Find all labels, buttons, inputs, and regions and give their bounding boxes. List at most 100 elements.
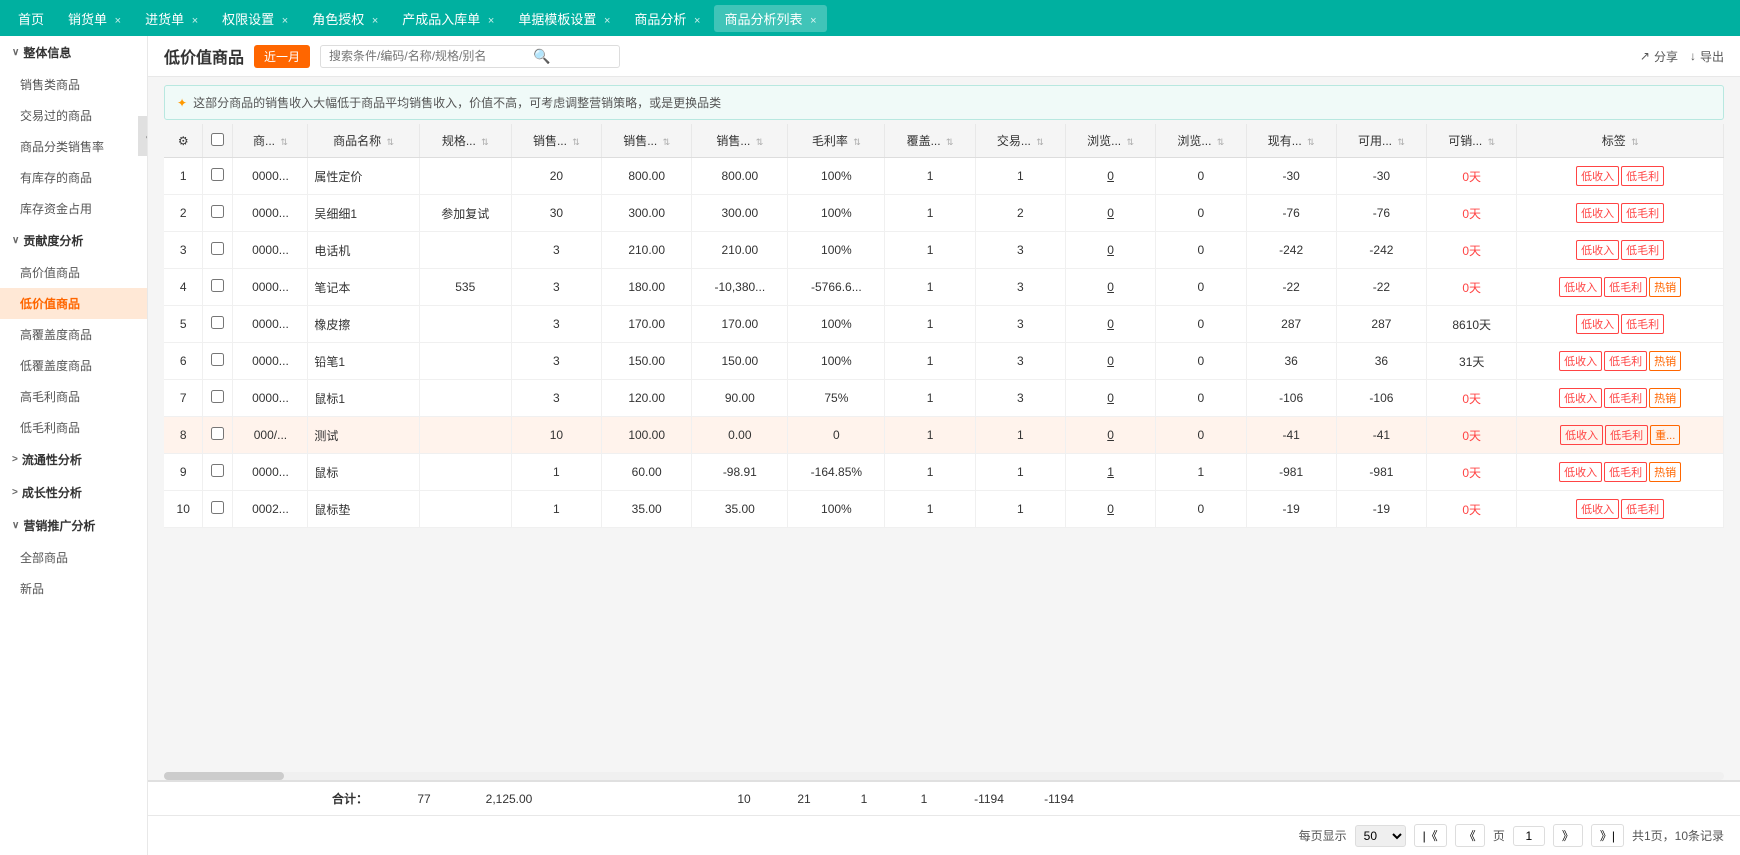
last-page-button[interactable]: 》| bbox=[1591, 824, 1624, 847]
row-checkbox[interactable] bbox=[211, 242, 224, 255]
cell-checkbox[interactable] bbox=[203, 306, 233, 343]
share-button[interactable]: ↗ 分享 bbox=[1640, 48, 1678, 65]
row-checkbox[interactable] bbox=[211, 390, 224, 403]
sidebar-item-new-goods[interactable]: 新品 bbox=[0, 573, 147, 604]
row-checkbox[interactable] bbox=[211, 501, 224, 514]
row-checkbox[interactable] bbox=[211, 168, 224, 181]
sidebar-item-traded-goods[interactable]: 交易过的商品 bbox=[0, 100, 147, 131]
sidebar-group-contribution[interactable]: ∨ 贡献度分析 bbox=[0, 224, 147, 257]
cell-views1[interactable]: 0 bbox=[1065, 380, 1155, 417]
nav-home[interactable]: 首页 bbox=[8, 5, 54, 32]
close-icon[interactable]: × bbox=[372, 15, 378, 27]
sidebar-item-low-margin[interactable]: 低毛利商品 bbox=[0, 412, 147, 443]
cell-checkbox[interactable] bbox=[203, 454, 233, 491]
close-icon[interactable]: × bbox=[115, 15, 121, 27]
col-current-stock[interactable]: 现有... ⇅ bbox=[1246, 124, 1336, 158]
row-checkbox[interactable] bbox=[211, 205, 224, 218]
cell-name[interactable]: 鼠标垫 bbox=[308, 491, 419, 528]
cell-views1[interactable]: 0 bbox=[1065, 343, 1155, 380]
cell-name[interactable]: 属性定价 bbox=[308, 158, 419, 195]
close-icon[interactable]: × bbox=[282, 15, 288, 27]
sidebar-group-growth[interactable]: > 成长性分析 bbox=[0, 476, 147, 509]
col-views1[interactable]: 浏览... ⇅ bbox=[1065, 124, 1155, 158]
cell-name[interactable]: 鼠标 bbox=[308, 454, 419, 491]
cell-checkbox[interactable] bbox=[203, 491, 233, 528]
col-views2[interactable]: 浏览... ⇅ bbox=[1156, 124, 1246, 158]
cell-checkbox[interactable] bbox=[203, 232, 233, 269]
row-checkbox[interactable] bbox=[211, 464, 224, 477]
cell-checkbox[interactable] bbox=[203, 343, 233, 380]
sidebar-group-circulation[interactable]: > 流通性分析 bbox=[0, 443, 147, 476]
col-coverage[interactable]: 覆盖... ⇅ bbox=[885, 124, 975, 158]
row-checkbox[interactable] bbox=[211, 427, 224, 440]
cell-checkbox[interactable] bbox=[203, 269, 233, 306]
cell-name[interactable]: 笔记本 bbox=[308, 269, 419, 306]
col-code[interactable]: 商... ⇅ bbox=[233, 124, 308, 158]
sidebar-item-high-margin[interactable]: 高毛利商品 bbox=[0, 381, 147, 412]
cell-views1[interactable]: 1 bbox=[1065, 454, 1155, 491]
col-checkbox[interactable] bbox=[203, 124, 233, 158]
col-sale-qty[interactable]: 销售... ⇅ bbox=[511, 124, 601, 158]
cell-views1[interactable]: 0 bbox=[1065, 195, 1155, 232]
sidebar-item-category-sales-rate[interactable]: 商品分类销售率 bbox=[0, 131, 147, 162]
per-page-select[interactable]: 50 100 bbox=[1355, 825, 1406, 847]
cell-name[interactable]: 测试 bbox=[308, 417, 419, 454]
close-icon[interactable]: × bbox=[810, 15, 816, 27]
nav-sales[interactable]: 销货单 × bbox=[58, 5, 131, 32]
cell-name[interactable]: 鼠标1 bbox=[308, 380, 419, 417]
nav-product-analysis-list[interactable]: 商品分析列表 × bbox=[714, 5, 826, 32]
sidebar-item-low-coverage[interactable]: 低覆盖度商品 bbox=[0, 350, 147, 381]
nav-template[interactable]: 单据模板设置 × bbox=[508, 5, 620, 32]
col-transaction[interactable]: 交易... ⇅ bbox=[975, 124, 1065, 158]
cell-views1[interactable]: 0 bbox=[1065, 417, 1155, 454]
nav-purchase[interactable]: 进货单 × bbox=[135, 5, 208, 32]
next-page-button[interactable]: 》 bbox=[1553, 824, 1583, 847]
nav-role[interactable]: 角色授权 × bbox=[302, 5, 388, 32]
row-checkbox[interactable] bbox=[211, 279, 224, 292]
cell-name[interactable]: 橡皮擦 bbox=[308, 306, 419, 343]
table-container[interactable]: ⚙ 商... ⇅ 商品名称 ⇅ 规格... ⇅ 销售... ⇅ 销售... ⇅ … bbox=[164, 124, 1724, 772]
cell-name[interactable]: 铅笔1 bbox=[308, 343, 419, 380]
export-button[interactable]: ↓ 导出 bbox=[1690, 48, 1724, 65]
col-name[interactable]: 商品名称 ⇅ bbox=[308, 124, 419, 158]
nav-product-analysis[interactable]: 商品分析 × bbox=[624, 5, 710, 32]
sidebar-item-all-goods[interactable]: 全部商品 bbox=[0, 542, 147, 573]
nav-permission[interactable]: 权限设置 × bbox=[212, 5, 298, 32]
prev-page-button[interactable]: 《 bbox=[1455, 824, 1485, 847]
close-icon[interactable]: × bbox=[488, 15, 494, 27]
col-gross-margin[interactable]: 毛利率 ⇅ bbox=[788, 124, 885, 158]
horizontal-scrollbar[interactable] bbox=[164, 772, 1724, 780]
sidebar-group-marketing[interactable]: ∨ 营销推广分析 bbox=[0, 509, 147, 542]
cell-views1[interactable]: 0 bbox=[1065, 269, 1155, 306]
sidebar-item-inventory-capital[interactable]: 库存资金占用 bbox=[0, 193, 147, 224]
search-input[interactable] bbox=[329, 49, 529, 63]
sidebar-item-high-value[interactable]: 高价值商品 bbox=[0, 257, 147, 288]
select-all-checkbox[interactable] bbox=[211, 133, 224, 146]
page-input[interactable] bbox=[1513, 826, 1545, 846]
cell-name[interactable]: 吴细细1 bbox=[308, 195, 419, 232]
close-icon[interactable]: × bbox=[694, 15, 700, 27]
search-icon[interactable]: 🔍 bbox=[533, 48, 550, 65]
sidebar-group-overall[interactable]: ∨ 整体信息 bbox=[0, 36, 147, 69]
time-filter-button[interactable]: 近一月 bbox=[254, 45, 310, 68]
col-sale-amount[interactable]: 销售... ⇅ bbox=[692, 124, 788, 158]
cell-views1[interactable]: 0 bbox=[1065, 491, 1155, 528]
close-icon[interactable]: × bbox=[604, 15, 610, 27]
close-icon[interactable]: × bbox=[192, 15, 198, 27]
cell-name[interactable]: 电话机 bbox=[308, 232, 419, 269]
scrollbar-thumb[interactable] bbox=[164, 772, 284, 780]
sidebar-collapse-btn[interactable]: 《 bbox=[138, 116, 148, 156]
col-sale-price[interactable]: 销售... ⇅ bbox=[602, 124, 692, 158]
cell-views1[interactable]: 0 bbox=[1065, 306, 1155, 343]
cell-views1[interactable]: 0 bbox=[1065, 232, 1155, 269]
sidebar-item-stock-goods[interactable]: 有库存的商品 bbox=[0, 162, 147, 193]
sidebar-item-sales-goods[interactable]: 销售类商品 bbox=[0, 69, 147, 100]
cell-checkbox[interactable] bbox=[203, 158, 233, 195]
row-checkbox[interactable] bbox=[211, 316, 224, 329]
sidebar-item-low-value[interactable]: 低价值商品 bbox=[0, 288, 147, 319]
nav-product-inbound[interactable]: 产成品入库单 × bbox=[392, 5, 504, 32]
first-page-button[interactable]: |《 bbox=[1414, 824, 1447, 847]
col-tags[interactable]: 标签 ⇅ bbox=[1517, 124, 1724, 158]
cell-checkbox[interactable] bbox=[203, 195, 233, 232]
col-saleable[interactable]: 可销... ⇅ bbox=[1427, 124, 1517, 158]
